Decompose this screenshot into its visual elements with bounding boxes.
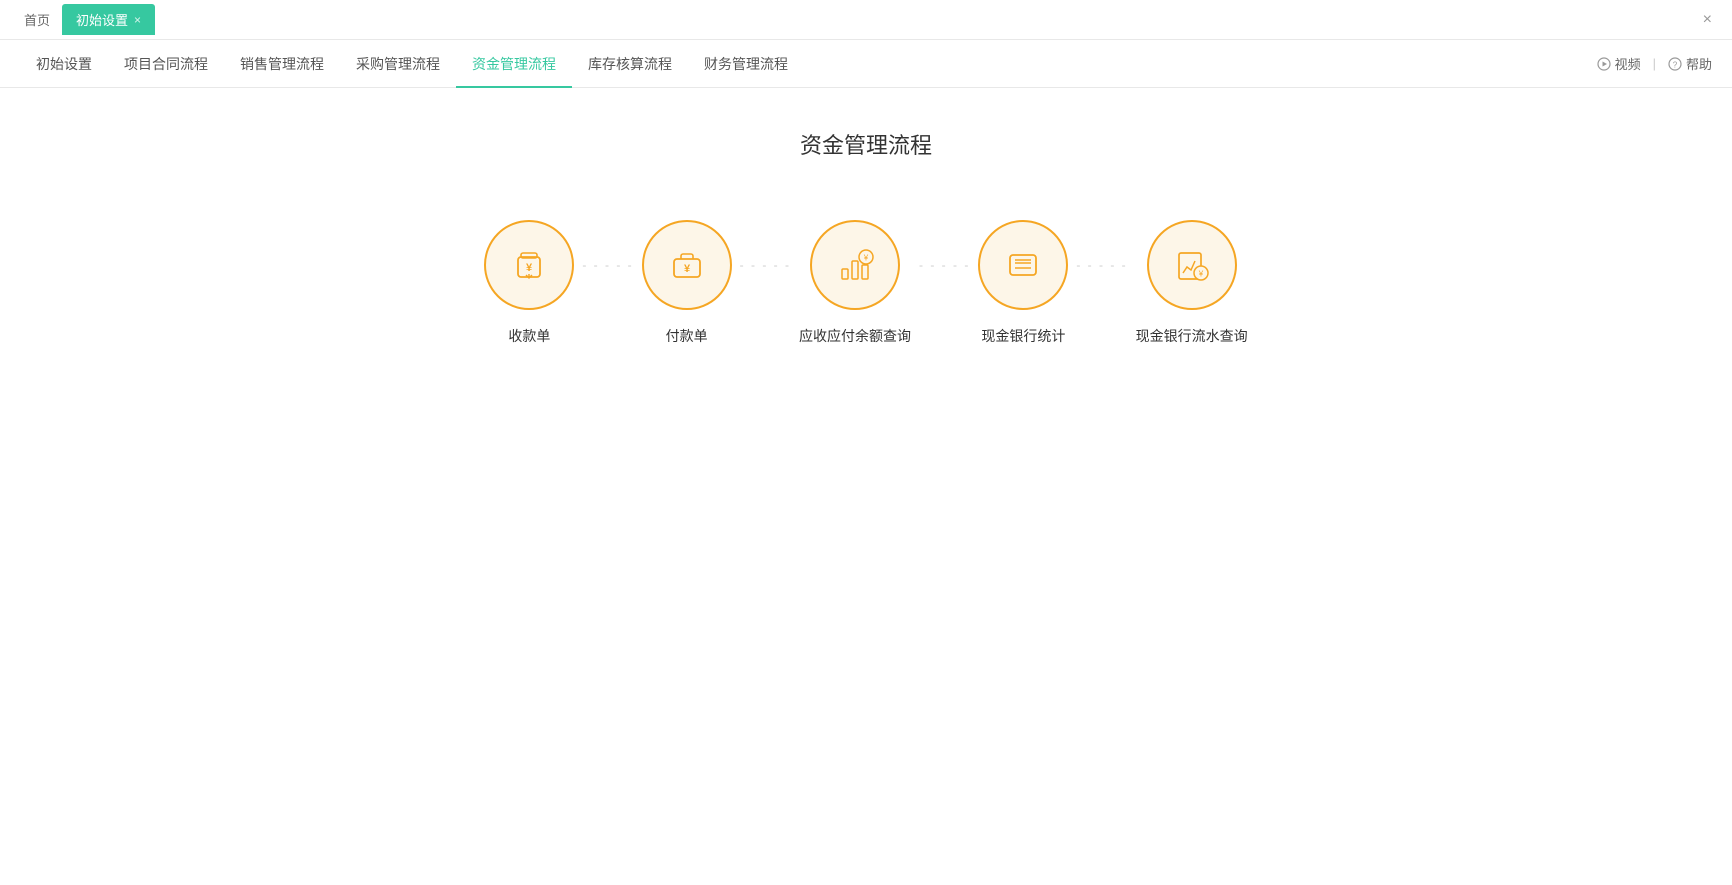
- question-circle-icon: ?: [1668, 57, 1682, 71]
- nav-fund-mgmt[interactable]: 资金管理流程: [456, 40, 572, 88]
- top-bar: 首页 初始设置 × ×: [0, 0, 1732, 40]
- flow-circle-cash-bank-flow: ¥: [1147, 220, 1237, 310]
- nav-inventory-calc[interactable]: 库存核算流程: [572, 40, 688, 88]
- svg-text:¥: ¥: [1197, 270, 1203, 279]
- flow-circle-receipt: ¥: [484, 220, 574, 310]
- flow-circle-cash-bank-stats: [978, 220, 1068, 310]
- receipt-icon: ¥: [507, 243, 551, 287]
- flow-label-payment: 付款单: [666, 326, 708, 346]
- top-bar-right: ×: [1695, 11, 1720, 29]
- svg-text:¥: ¥: [526, 262, 533, 274]
- flow-label-balance-query: 应收应付余额查询: [799, 326, 911, 346]
- flow-item-cash-bank-flow[interactable]: ¥ 现金银行流水查询: [1136, 220, 1248, 346]
- flow-arrow-1: - - - - -: [574, 258, 641, 272]
- flow-arrow-3: - - - - -: [911, 258, 978, 272]
- page-title: 资金管理流程: [20, 128, 1712, 160]
- flow-item-payment[interactable]: ¥ 付款单: [642, 220, 732, 346]
- flow-arrow-4: - - - - -: [1068, 258, 1135, 272]
- home-tab[interactable]: 首页: [12, 10, 62, 29]
- nav-initial-setup[interactable]: 初始设置: [20, 40, 108, 88]
- nav-project-contract[interactable]: 项目合同流程: [108, 40, 224, 88]
- window-close-button[interactable]: ×: [1695, 11, 1720, 29]
- payment-icon: ¥: [665, 243, 709, 287]
- nav-finance-mgmt[interactable]: 财务管理流程: [688, 40, 804, 88]
- nav-purchase-mgmt[interactable]: 采购管理流程: [340, 40, 456, 88]
- tab-close-icon[interactable]: ×: [134, 13, 141, 27]
- flow-label-cash-bank-stats: 现金银行统计: [981, 326, 1065, 346]
- initial-setup-tab[interactable]: 初始设置 ×: [62, 4, 155, 35]
- flow-item-receipt[interactable]: ¥ 收款单: [484, 220, 574, 346]
- svg-text:¥: ¥: [863, 254, 869, 263]
- nav-sales-mgmt[interactable]: 销售管理流程: [224, 40, 340, 88]
- nav-bar: 初始设置 项目合同流程 销售管理流程 采购管理流程 资金管理流程 库存核算流程 …: [0, 40, 1732, 88]
- tab-label: 初始设置: [76, 10, 128, 29]
- cash-bank-stats-icon: [1001, 243, 1045, 287]
- balance-query-icon: ¥: [833, 243, 877, 287]
- help-link[interactable]: ? 帮助: [1668, 54, 1712, 73]
- flow-circle-payment: ¥: [642, 220, 732, 310]
- flow-label-receipt: 收款单: [508, 326, 550, 346]
- cash-bank-flow-icon: ¥: [1170, 243, 1214, 287]
- flow-item-cash-bank-stats[interactable]: 现金银行统计: [978, 220, 1068, 346]
- svg-text:¥: ¥: [684, 263, 691, 275]
- flow-row: ¥ 收款单 - - - - - ¥ 付款单: [20, 220, 1712, 346]
- flow-circle-balance-query: ¥: [810, 220, 900, 310]
- nav-right-actions: 视频 | ? 帮助: [1597, 54, 1712, 73]
- video-link[interactable]: 视频: [1597, 54, 1641, 73]
- flow-item-balance-query[interactable]: ¥ 应收应付余额查询: [799, 220, 911, 346]
- flow-arrow-2: - - - - -: [732, 258, 799, 272]
- play-circle-icon: [1597, 57, 1611, 71]
- svg-text:?: ?: [1673, 60, 1678, 69]
- main-content: 资金管理流程 ¥ 收款单 - - - - -: [0, 88, 1732, 885]
- flow-label-cash-bank-flow: 现金银行流水查询: [1136, 326, 1248, 346]
